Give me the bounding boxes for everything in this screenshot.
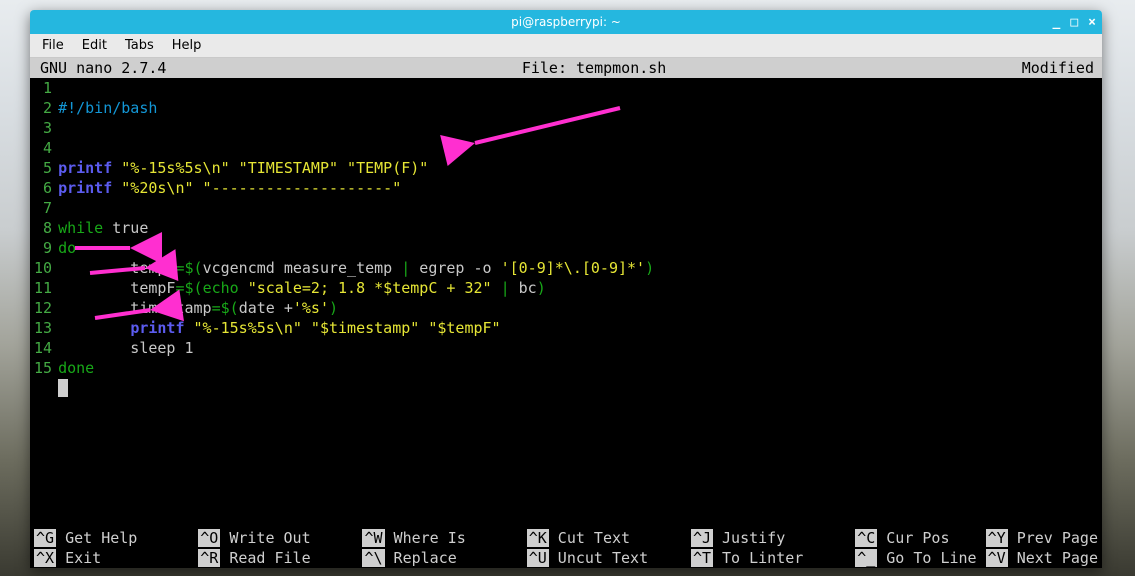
code-line-11-e: ) xyxy=(329,299,338,317)
nano-filename: File: tempmon.sh xyxy=(166,59,1021,77)
code-line-13: sleep 1 xyxy=(58,339,193,357)
code-line-11-c: date + xyxy=(239,299,293,317)
window-controls: _ □ × xyxy=(1053,10,1096,34)
shortcut-exit[interactable]: ^X Exit xyxy=(34,548,198,568)
nano-status: Modified xyxy=(1022,59,1102,77)
shortcut-where-is[interactable]: ^W Where Is xyxy=(362,528,526,548)
code-line-12-str: "%-15s%5s\n" "$timestamp" "$tempF" xyxy=(185,319,501,337)
menu-edit[interactable]: Edit xyxy=(74,36,115,55)
nano-shortcut-bar: ^G Get Help ^O Write Out ^W Where Is ^K … xyxy=(30,528,1102,568)
code-line-10-c: bc xyxy=(519,279,537,297)
shortcut-cut-text[interactable]: ^K Cut Text xyxy=(527,528,691,548)
shortcut-replace[interactable]: ^\ Replace xyxy=(362,548,526,568)
code-line-12-pad xyxy=(58,319,130,337)
code-content[interactable]: #!/bin/bash printf "%-15s%5s\n" "TIMESTA… xyxy=(58,78,662,528)
code-line-10-b: $( xyxy=(185,279,203,297)
code-line-12-kw: printf xyxy=(130,319,184,337)
menu-tabs[interactable]: Tabs xyxy=(117,36,162,55)
editor-area[interactable]: 1 2 3 4 5 6 7 8 9 10 11 12 13 14 15 #!/b… xyxy=(30,78,1102,528)
menu-file[interactable]: File xyxy=(34,36,72,55)
shortcut-cur-pos[interactable]: ^C Cur Pos ^Y Prev Page xyxy=(855,528,1098,548)
maximize-icon[interactable]: □ xyxy=(1070,15,1078,30)
shortcut-uncut[interactable]: ^U Uncut Text xyxy=(527,548,691,568)
shortcut-justify[interactable]: ^J Justify xyxy=(691,528,855,548)
code-line-10-a: tempF xyxy=(58,279,175,297)
menubar: File Edit Tabs Help xyxy=(30,34,1102,58)
code-line-4-str: "%-15s%5s\n" "TIMESTAMP" "TEMP(F)" xyxy=(112,159,428,177)
code-line-5-str: "%20s\n" "--------------------" xyxy=(112,179,401,197)
nano-statusbar: GNU nano 2.7.4 File: tempmon.sh Modified xyxy=(30,58,1102,78)
code-line-9-c: vcgencmd measure_temp xyxy=(203,259,402,277)
nano-appname: GNU nano 2.7.4 xyxy=(30,59,166,77)
close-icon[interactable]: × xyxy=(1088,15,1096,30)
code-line-9-e: ) xyxy=(645,259,654,277)
code-line-9-a: tempC xyxy=(58,259,175,277)
code-line-9-str: '[0-9]*\.[0-9]*' xyxy=(501,259,646,277)
code-line-9-pipe: | xyxy=(401,259,410,277)
minimize-icon[interactable]: _ xyxy=(1053,15,1061,30)
terminal-window: pi@raspberrypi: ~ _ □ × File Edit Tabs H… xyxy=(30,10,1102,568)
code-line-11-b: $( xyxy=(221,299,239,317)
code-line-9-b: $( xyxy=(185,259,203,277)
window-titlebar[interactable]: pi@raspberrypi: ~ _ □ × xyxy=(30,10,1102,34)
shortcut-linter[interactable]: ^T To Linter xyxy=(691,548,855,568)
code-line-7-true: true xyxy=(103,219,148,237)
menu-help[interactable]: Help xyxy=(164,36,210,55)
line-number-gutter: 1 2 3 4 5 6 7 8 9 10 11 12 13 14 15 xyxy=(30,78,58,528)
code-line-11-str: '%s' xyxy=(293,299,329,317)
shortcut-get-help[interactable]: ^G Get Help xyxy=(34,528,198,548)
code-line-10-str: "scale=2; 1.8 *$tempC + 32" xyxy=(239,279,492,297)
code-line-10-e: ) xyxy=(537,279,546,297)
code-line-1: #!/bin/bash xyxy=(58,99,157,117)
code-line-9-eq: = xyxy=(175,259,184,277)
code-line-5-kw: printf xyxy=(58,179,112,197)
shortcut-goto[interactable]: ^_ Go To Line ^V Next Page xyxy=(855,548,1098,568)
shortcut-write-out[interactable]: ^O Write Out xyxy=(198,528,362,548)
code-line-11-eq: = xyxy=(212,299,221,317)
text-cursor xyxy=(58,379,68,397)
code-line-4-kw: printf xyxy=(58,159,112,177)
window-title: pi@raspberrypi: ~ xyxy=(511,15,621,29)
shortcut-read-file[interactable]: ^R Read File xyxy=(198,548,362,568)
code-line-10-eq: = xyxy=(175,279,184,297)
code-line-11-a: timestamp xyxy=(58,299,212,317)
code-line-14: done xyxy=(58,359,94,377)
code-line-7-while: while xyxy=(58,219,103,237)
code-line-9-d: egrep -o xyxy=(410,259,500,277)
code-line-10-echo: echo xyxy=(203,279,239,297)
code-line-10-pipe: | xyxy=(492,279,519,297)
code-line-8-do: do xyxy=(58,239,76,257)
